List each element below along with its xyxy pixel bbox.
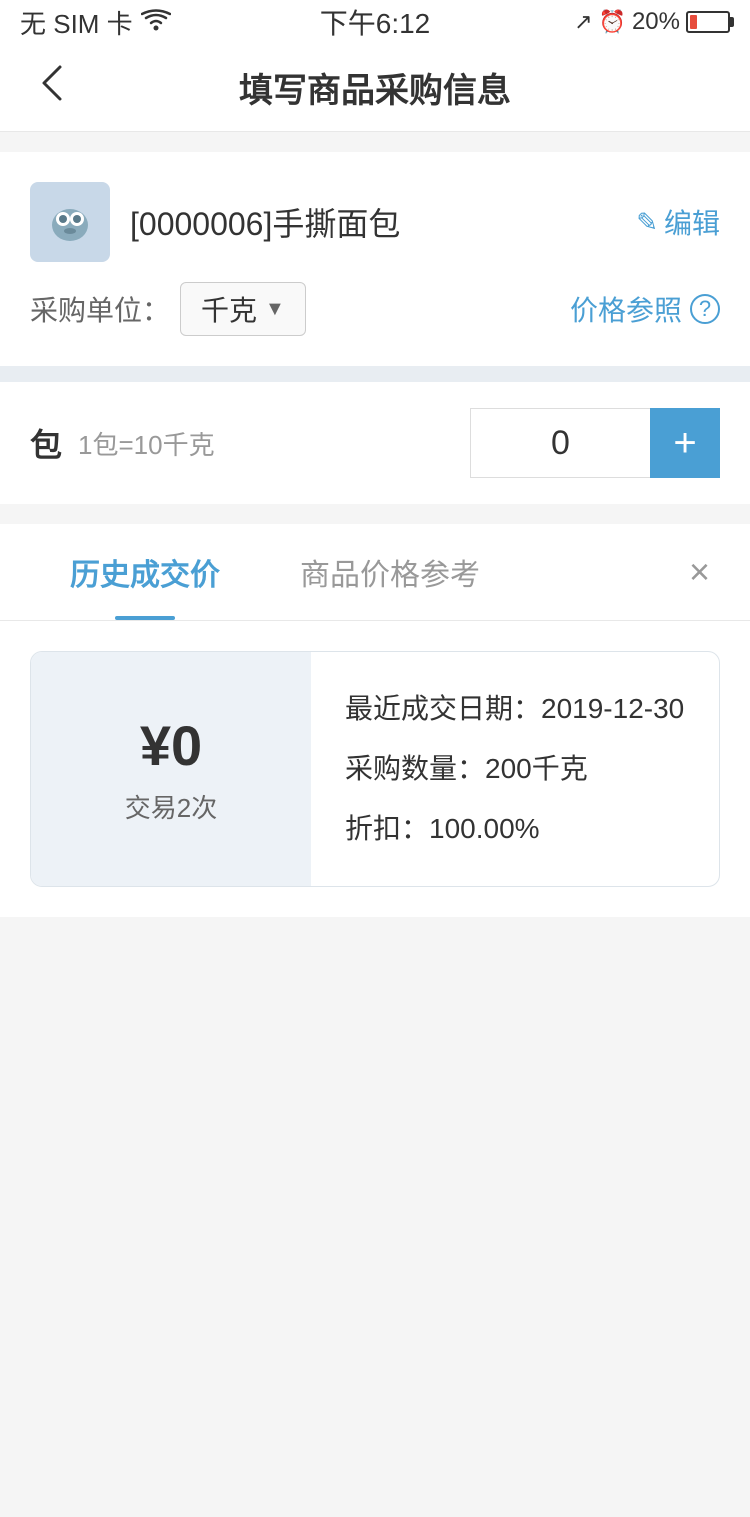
panel-close-button[interactable]: × — [679, 541, 720, 603]
quantity-conversion-text: 1包=10千克 — [78, 425, 215, 462]
price-amount: ¥0 — [140, 713, 202, 778]
product-thumbnail — [30, 182, 110, 262]
tab-product-price-ref[interactable]: 商品价格参考 — [260, 524, 520, 620]
price-card: ¥0 交易2次 最近成交日期：2019-12-30 采购数量：200千克 折扣：… — [30, 651, 720, 887]
location-icon: ↗ — [574, 9, 592, 35]
wifi-icon — [141, 7, 171, 38]
carrier-text: 无 SIM 卡 — [20, 4, 133, 41]
alarm-icon: ⏰ — [599, 9, 626, 35]
status-time: 下午6:12 — [320, 2, 431, 42]
price-panel: 历史成交价 商品价格参考 × ¥0 交易2次 最近成交日期：2019-12-30… — [0, 524, 750, 917]
status-right: ↗ ⏰ 20% — [574, 8, 730, 36]
quantity-unit-label: 包 — [30, 420, 62, 466]
recent-date-value: 2019-12-30 — [541, 693, 684, 724]
status-left: 无 SIM 卡 — [20, 4, 171, 41]
unit-dropdown[interactable]: 千克 ▼ — [180, 282, 306, 336]
discount-label: 折扣： — [345, 813, 429, 844]
unit-label: 采购单位： — [30, 289, 170, 329]
product-section: [0000006]手撕面包 ✎ 编辑 采购单位： 千克 ▼ 价格参照 ? — [0, 152, 750, 366]
back-button[interactable] — [30, 53, 74, 122]
quantity-plus-button[interactable]: + — [650, 408, 720, 478]
purchase-qty-value: 200千克 — [485, 753, 588, 784]
discount-row: 折扣：100.00% — [345, 808, 685, 850]
tab-product-label: 商品价格参考 — [300, 559, 480, 592]
main-content-area — [0, 917, 750, 1517]
page-title: 填写商品采购信息 — [239, 63, 511, 112]
edit-label: 编辑 — [664, 202, 720, 242]
battery-icon — [686, 8, 730, 36]
recent-date-row: 最近成交日期：2019-12-30 — [345, 688, 685, 730]
price-panel-tabs: 历史成交价 商品价格参考 × — [0, 524, 750, 621]
price-ref-button[interactable]: 价格参照 ? — [570, 289, 720, 329]
purchase-qty-label: 采购数量： — [345, 753, 485, 784]
unit-value: 千克 — [201, 289, 257, 329]
tab-history-label: 历史成交价 — [70, 559, 220, 592]
product-header: [0000006]手撕面包 ✎ 编辑 — [30, 182, 720, 262]
status-bar: 无 SIM 卡 下午6:12 ↗ ⏰ 20% — [0, 0, 750, 44]
tab-history-price[interactable]: 历史成交价 — [30, 524, 260, 620]
quantity-row: 包 1包=10千克 + — [0, 382, 750, 504]
product-name: [0000006]手撕面包 — [130, 199, 400, 245]
product-unit-row: 采购单位： 千克 ▼ 价格参照 ? — [30, 282, 720, 336]
price-card-container: ¥0 交易2次 最近成交日期：2019-12-30 采购数量：200千克 折扣：… — [0, 621, 750, 917]
edit-button[interactable]: ✎ 编辑 — [636, 202, 720, 242]
edit-icon: ✎ — [636, 207, 658, 238]
price-ref-label: 价格参照 — [570, 289, 682, 329]
price-card-left: ¥0 交易2次 — [31, 652, 311, 886]
dropdown-arrow-icon: ▼ — [265, 298, 285, 321]
recent-date-label: 最近成交日期： — [345, 693, 541, 724]
quantity-input[interactable] — [470, 408, 650, 478]
price-ref-help-icon: ? — [690, 294, 720, 324]
nav-bar: 填写商品采购信息 — [0, 44, 750, 132]
price-transactions: 交易2次 — [125, 788, 217, 825]
quantity-left: 包 1包=10千克 — [30, 420, 215, 466]
purchase-qty-row: 采购数量：200千克 — [345, 748, 685, 790]
battery-percent-text: 20% — [632, 8, 680, 36]
discount-value: 100.00% — [429, 813, 540, 844]
section-divider — [0, 366, 750, 382]
quantity-input-group: + — [470, 408, 720, 478]
product-left: [0000006]手撕面包 — [30, 182, 400, 262]
price-card-right: 最近成交日期：2019-12-30 采购数量：200千克 折扣：100.00% — [311, 652, 719, 886]
